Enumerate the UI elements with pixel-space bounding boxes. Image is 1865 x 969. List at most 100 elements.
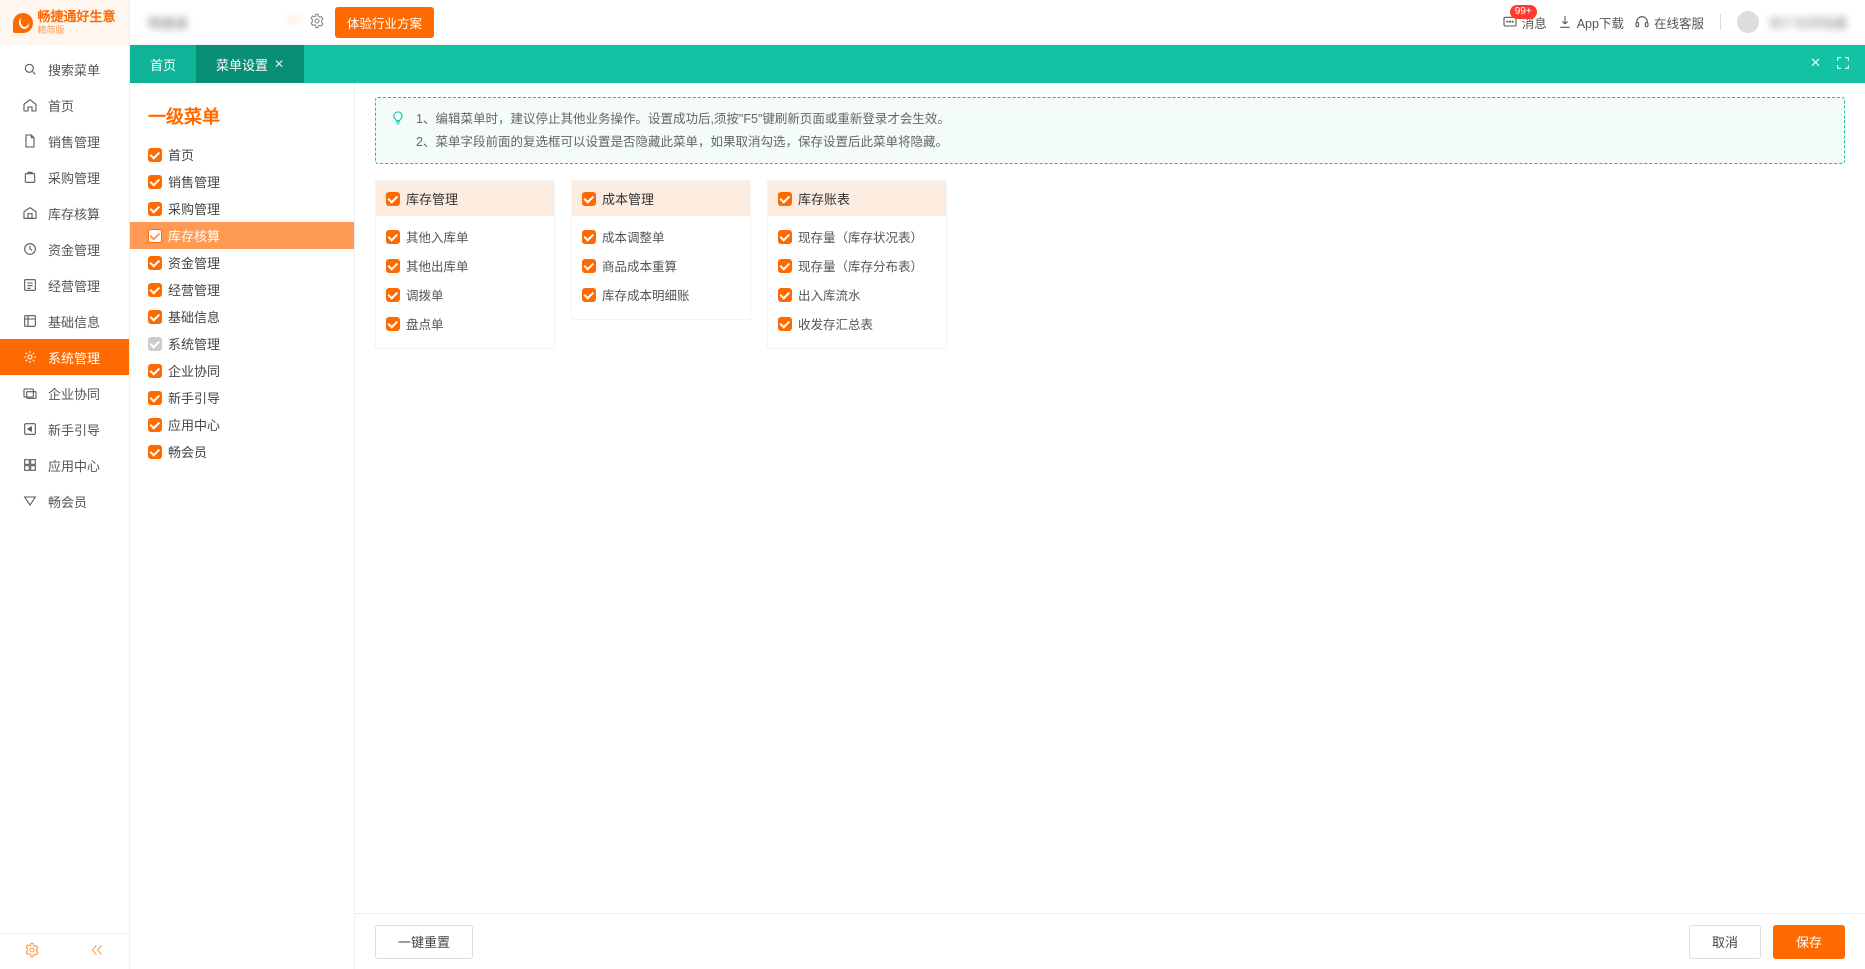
tab-menu-settings[interactable]: 菜单设置 ✕ <box>196 45 304 83</box>
sidebar-item-11[interactable]: 应用中心 <box>0 447 129 483</box>
cancel-button[interactable]: 取消 <box>1689 925 1761 959</box>
card-head[interactable]: 成本管理 <box>572 181 750 216</box>
sidebar-icon-2 <box>22 133 38 149</box>
level1-item-9[interactable]: 新手引导 <box>130 384 354 411</box>
checkbox-icon[interactable] <box>582 192 596 206</box>
sidebar-item-4[interactable]: 库存核算 <box>0 195 129 231</box>
card-item[interactable]: 调拨单 <box>386 280 544 309</box>
card-item[interactable]: 现存量（库存分布表） <box>778 251 936 280</box>
sidebar-item-10[interactable]: 新手引导 <box>0 411 129 447</box>
level1-item-10[interactable]: 应用中心 <box>130 411 354 438</box>
reset-button[interactable]: 一键重置 <box>375 925 473 959</box>
level1-item-3[interactable]: 库存核算 <box>130 222 354 249</box>
checkbox-icon[interactable] <box>778 230 792 244</box>
sidebar-item-label: 库存核算 <box>48 204 100 223</box>
level1-item-label: 库存核算 <box>168 226 220 245</box>
level1-item-5[interactable]: 经营管理 <box>130 276 354 303</box>
settings-icon[interactable] <box>24 942 40 961</box>
tab-home-label: 首页 <box>150 55 176 74</box>
tip-box: 1、编辑菜单时，建议停止其他业务操作。设置成功后,须按"F5"键刷新页面或重新登… <box>375 97 1845 164</box>
sidebar-item-5[interactable]: 资金管理 <box>0 231 129 267</box>
level1-item-1[interactable]: 销售管理 <box>130 168 354 195</box>
online-service-link[interactable]: 在线客服 <box>1634 13 1704 32</box>
avatar[interactable] <box>1737 11 1759 33</box>
checkbox-icon[interactable] <box>148 148 162 162</box>
sidebar-icon-4 <box>22 205 38 221</box>
checkbox-icon[interactable] <box>582 288 596 302</box>
checkbox-icon[interactable] <box>148 337 162 351</box>
level1-item-2[interactable]: 采购管理 <box>130 195 354 222</box>
checkbox-icon[interactable] <box>582 259 596 273</box>
sidebar-item-2[interactable]: 销售管理 <box>0 123 129 159</box>
level1-item-8[interactable]: 企业协同 <box>130 357 354 384</box>
card-item[interactable]: 盘点单 <box>386 309 544 338</box>
checkbox-icon[interactable] <box>778 317 792 331</box>
checkbox-icon[interactable] <box>148 175 162 189</box>
app-download-link[interactable]: App下载 <box>1557 13 1624 32</box>
level1-item-4[interactable]: 资金管理 <box>130 249 354 276</box>
card-item[interactable]: 商品成本重算 <box>582 251 740 280</box>
save-button[interactable]: 保存 <box>1773 925 1845 959</box>
sidebar-item-8[interactable]: 系统管理 <box>0 339 129 375</box>
checkbox-icon[interactable] <box>778 192 792 206</box>
checkbox-icon[interactable] <box>778 288 792 302</box>
checkbox-icon[interactable] <box>386 288 400 302</box>
card-head[interactable]: 库存账表 <box>768 181 946 216</box>
promo-button[interactable]: 体验行业方案 <box>335 7 434 38</box>
checkbox-icon[interactable] <box>386 317 400 331</box>
card-item[interactable]: 其他出库单 <box>386 251 544 280</box>
checkbox-icon[interactable] <box>148 391 162 405</box>
level1-item-label: 销售管理 <box>168 172 220 191</box>
tab-close-icon[interactable]: ✕ <box>274 57 284 71</box>
card-head[interactable]: 库存管理 <box>376 181 554 216</box>
messages-link[interactable]: 99+ 消息 <box>1502 13 1547 32</box>
tab-home[interactable]: 首页 <box>130 45 196 83</box>
level1-item-label: 经营管理 <box>168 280 220 299</box>
card-item-label: 收发存汇总表 <box>798 314 873 333</box>
top-gear-icon[interactable] <box>309 13 325 32</box>
sidebar-item-9[interactable]: 企业协同 <box>0 375 129 411</box>
level1-item-11[interactable]: 畅会员 <box>130 438 354 465</box>
card-item[interactable]: 出入库流水 <box>778 280 936 309</box>
checkbox-icon[interactable] <box>582 230 596 244</box>
card-item[interactable]: 库存成本明细账 <box>582 280 740 309</box>
checkbox-icon[interactable] <box>386 230 400 244</box>
sidebar-icon-1 <box>22 97 38 113</box>
sidebar-item-12[interactable]: 畅会员 <box>0 483 129 519</box>
sidebar-item-0[interactable]: 搜索菜单 <box>0 51 129 87</box>
sidebar-item-label: 销售管理 <box>48 132 100 151</box>
checkbox-icon[interactable] <box>778 259 792 273</box>
level1-item-0[interactable]: 首页 <box>130 141 354 168</box>
checkbox-icon[interactable] <box>148 310 162 324</box>
level1-item-7[interactable]: 系统管理 <box>130 330 354 357</box>
level1-item-6[interactable]: 基础信息 <box>130 303 354 330</box>
checkbox-icon[interactable] <box>148 445 162 459</box>
card-item[interactable]: 收发存汇总表 <box>778 309 936 338</box>
sidebar-item-3[interactable]: 采购管理 <box>0 159 129 195</box>
checkbox-icon[interactable] <box>386 259 400 273</box>
sidebar-item-label: 经营管理 <box>48 276 100 295</box>
checkbox-icon[interactable] <box>148 364 162 378</box>
card-item-label: 其他入库单 <box>406 227 469 246</box>
tabs-close-all-icon[interactable]: ✕ <box>1810 55 1821 74</box>
card-item[interactable]: 成本调整单 <box>582 222 740 251</box>
card-item-label: 商品成本重算 <box>602 256 677 275</box>
sidebar-item-6[interactable]: 经营管理 <box>0 267 129 303</box>
collapse-icon[interactable] <box>89 942 105 961</box>
message-badge: 99+ <box>1510 5 1537 19</box>
username: 用户名称隐藏 <box>1769 13 1847 32</box>
org-selector[interactable]: 畅捷通 ﹀ <box>148 13 299 32</box>
checkbox-icon[interactable] <box>148 202 162 216</box>
tabs-fullscreen-icon[interactable] <box>1835 55 1851 74</box>
sidebar-item-1[interactable]: 首页 <box>0 87 129 123</box>
checkbox-icon[interactable] <box>148 256 162 270</box>
checkbox-icon[interactable] <box>148 229 162 243</box>
level1-item-label: 应用中心 <box>168 415 220 434</box>
checkbox-icon[interactable] <box>148 418 162 432</box>
card-item[interactable]: 其他入库单 <box>386 222 544 251</box>
checkbox-icon[interactable] <box>386 192 400 206</box>
checkbox-icon[interactable] <box>148 283 162 297</box>
sidebar-item-7[interactable]: 基础信息 <box>0 303 129 339</box>
card-item-label: 成本调整单 <box>602 227 665 246</box>
card-item[interactable]: 现存量（库存状况表） <box>778 222 936 251</box>
